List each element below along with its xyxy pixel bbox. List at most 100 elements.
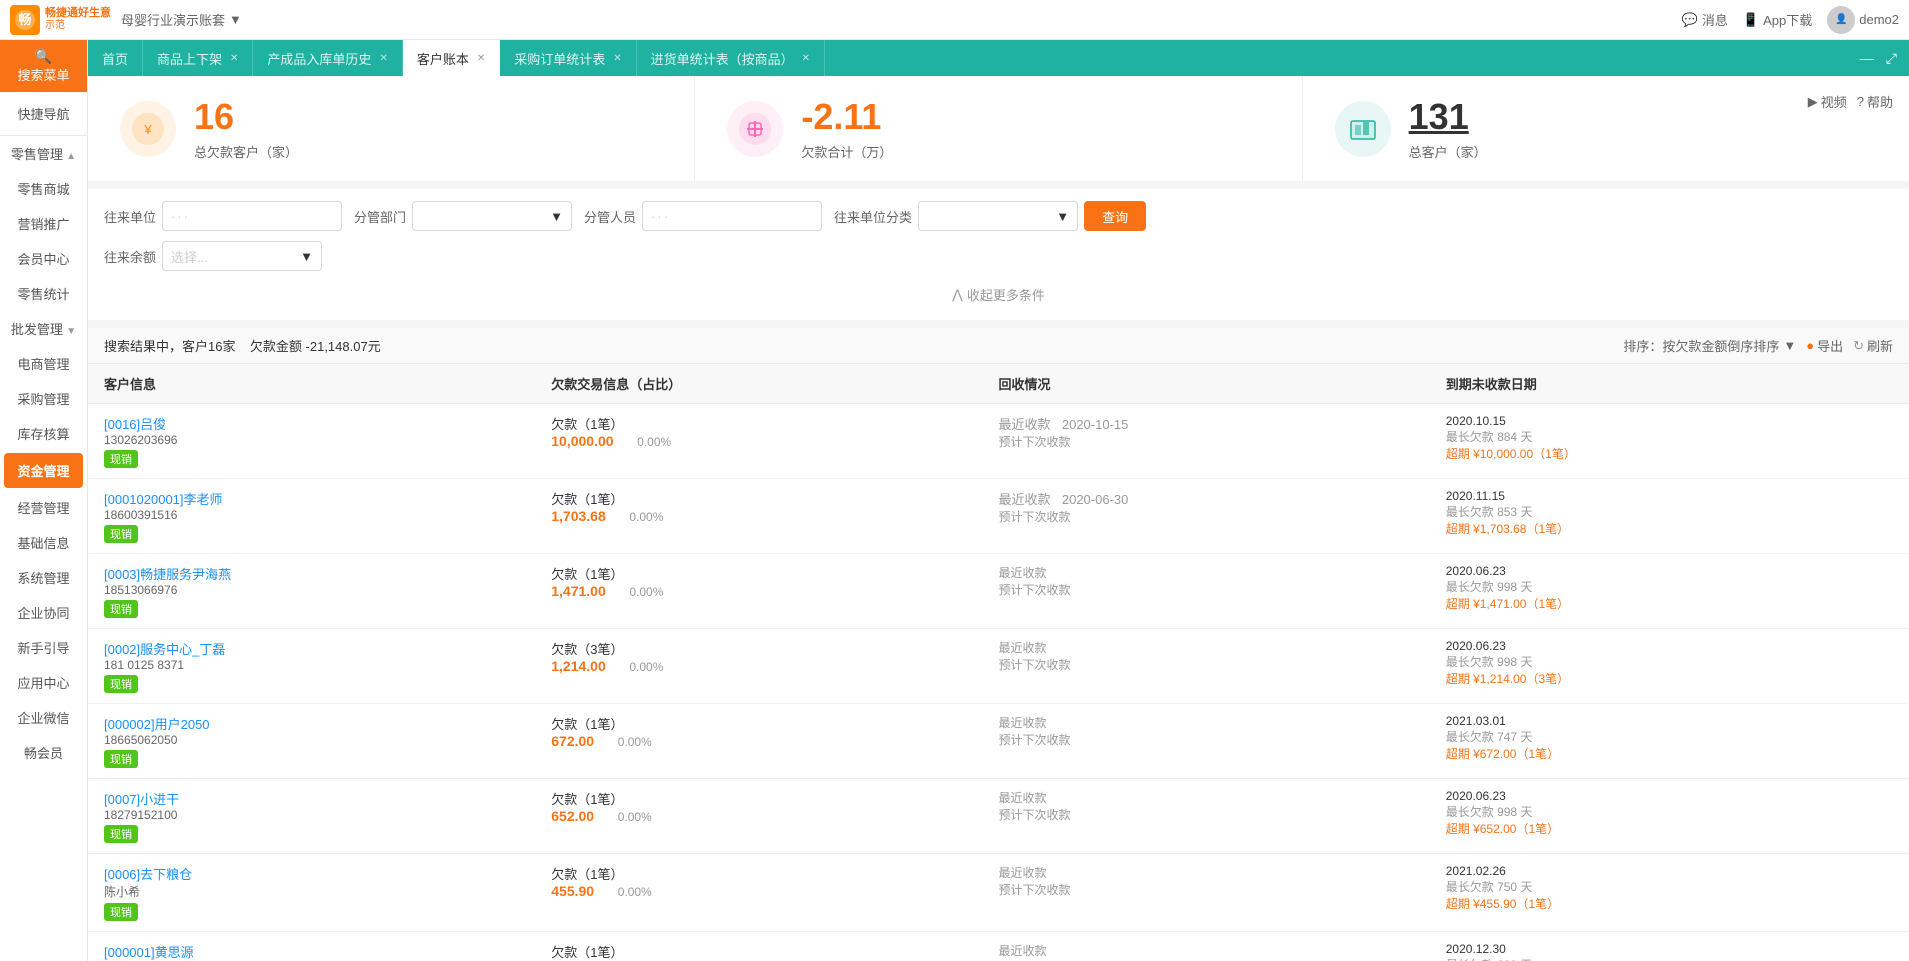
store-name[interactable]: 母婴行业演示账套 ▼ (121, 10, 242, 29)
tab-close-purchase-stats[interactable]: ✕ (802, 53, 810, 64)
filter-unit-class-arrow: ▼ (1056, 209, 1069, 224)
filter-source-unit: 往来单位 ··· (104, 201, 342, 231)
filter-unit-class-select[interactable]: ▼ (918, 201, 1078, 231)
customer-link-1[interactable]: [0016]吕俊 (104, 417, 166, 432)
filter-person: 分管人员 ··· (584, 201, 822, 231)
filter-dept-arrow: ▼ (550, 209, 563, 224)
svg-text:畅: 畅 (18, 12, 31, 27)
overdue-link-5[interactable]: 超期 ¥672.00（1笔） (1446, 745, 1893, 762)
stat-value-total: 131 (1409, 96, 1487, 138)
col-header-recall: 回收情况 (999, 374, 1446, 393)
sidebar-item-retail-mgmt[interactable]: 零售管理 ▲ (0, 136, 87, 171)
sidebar-item-finance[interactable]: 资金管理 (4, 453, 83, 488)
message-icon: 💬 (1682, 12, 1698, 28)
filter-section: 往来单位 ··· 分管部门 ▼ (88, 189, 1909, 320)
stat-card-total: 131 总客户（家） ▶ 视频 ? 帮助 (1303, 76, 1909, 181)
video-btn[interactable]: ▶ 视频 (1808, 92, 1847, 111)
sidebar-item-quick-nav[interactable]: 快捷导航 (0, 96, 87, 131)
filter-source-unit-input[interactable]: ··· (162, 201, 342, 231)
help-btn[interactable]: ? 帮助 (1857, 92, 1893, 111)
tab-bar-end: — ⤢ (1856, 50, 1909, 67)
table-row-5: [000002]用户2050 18665062050 现销 欠款（1笔） 672… (88, 704, 1909, 778)
stat-label-customers: 总欠款客户（家） (194, 142, 298, 161)
sidebar-item-system[interactable]: 系统管理 (0, 560, 87, 595)
sidebar-item-member[interactable]: 会员中心 (0, 241, 87, 276)
sidebar-item-basic-info[interactable]: 基础信息 (0, 525, 87, 560)
overdue-link-7[interactable]: 超期 ¥455.90（1笔） (1446, 895, 1893, 912)
table-header: 客户信息 欠款交易信息（占比） 回收情况 到期未收款日期 (88, 364, 1909, 404)
customer-link-4[interactable]: [0002]服务中心_丁磊 (104, 642, 225, 657)
sidebar-item-wechat[interactable]: 企业微信 (0, 700, 87, 735)
app-download-btn[interactable]: 📱 App下载 (1743, 10, 1812, 29)
wholesale-arrow: ▼ (66, 326, 76, 337)
stat-value-debt: -2.11 (801, 96, 892, 138)
sidebar-item-enterprise[interactable]: 企业协同 (0, 595, 87, 630)
filter-person-input[interactable]: ··· (642, 201, 822, 231)
customer-link-7[interactable]: [0006]去下粮仓 (104, 867, 192, 882)
tab-customer-account[interactable]: 客户账本 ✕ (403, 40, 500, 76)
sidebar-item-retail-mall[interactable]: 零售商城 (0, 171, 87, 206)
export-btn[interactable]: ● 导出 (1806, 336, 1843, 355)
cell-due-2: 2020.11.15 最长欠款 853 天 超期 ¥1,703.68（1笔） (1446, 489, 1893, 537)
filter-balance-select[interactable]: 选择... ▼ (162, 241, 322, 271)
tab-purchase-stats[interactable]: 进货单统计表（按商品） ✕ (637, 40, 825, 76)
customer-link-5[interactable]: [000002]用户2050 (104, 717, 210, 732)
cell-recall-4: 最近收款 预计下次收款 (999, 639, 1446, 673)
overdue-link-3[interactable]: 超期 ¥1,471.00（1笔） (1446, 595, 1893, 612)
tab-close-product-listing[interactable]: ✕ (230, 53, 238, 64)
table-row: [0001020001]李老师 18600391516 现销 欠款（1笔） 1,… (88, 479, 1909, 554)
tab-product-listing[interactable]: 商品上下架 ✕ (143, 40, 253, 76)
cell-debt-2: 欠款（1笔） 1,703.68 0.00% (551, 489, 998, 524)
refresh-btn[interactable]: ↻ 刷新 (1853, 336, 1893, 355)
sidebar-quick-nav[interactable]: 快捷导航 (0, 92, 87, 136)
overdue-link-4[interactable]: 超期 ¥1,214.00（3笔） (1446, 670, 1893, 687)
tab-maximize-icon[interactable]: ⤢ (1882, 50, 1901, 67)
sidebar-search[interactable]: 🔍 搜索菜单 (0, 40, 87, 92)
avatar: 👤 (1827, 6, 1855, 34)
data-table: 客户信息 欠款交易信息（占比） 回收情况 到期未收款日期 [0016]吕俊 13… (88, 364, 1909, 961)
filter-dept-select[interactable]: ▼ (412, 201, 572, 231)
sidebar-item-operations[interactable]: 经营管理 (0, 490, 87, 525)
sidebar-item-ecommerce[interactable]: 电商管理 (0, 346, 87, 381)
top-bar: 畅 畅捷通好生意 示范 母婴行业演示账套 ▼ 💬 消息 📱 App下载 👤 de… (0, 0, 1909, 40)
sort-arrow: ▼ (1783, 338, 1796, 353)
tab-minimize-icon[interactable]: — (1856, 50, 1878, 66)
cell-recall-2: 最近收款 2020-06-30 预计下次收款 (999, 489, 1446, 525)
tab-close-purchase[interactable]: ✕ (613, 53, 621, 64)
sort-select[interactable]: 排序：按欠款金额倒序排序 ▼ (1623, 336, 1796, 355)
collapse-btn[interactable]: ⋀ 收起更多条件 (948, 281, 1049, 308)
sidebar-item-apps[interactable]: 应用中心 (0, 665, 87, 700)
tab-production-history[interactable]: 产成品入库单历史 ✕ (253, 40, 402, 76)
sidebar-item-vip[interactable]: 畅会员 (0, 735, 87, 770)
content-area: ¥ 16 总欠款客户（家） (88, 76, 1909, 961)
sidebar-item-purchase[interactable]: 采购管理 (0, 381, 87, 416)
customer-link-6[interactable]: [0007]小进干 (104, 792, 179, 807)
customer-phone-2: 18600391516 (104, 508, 551, 522)
customer-link-8[interactable]: [000001]黄思源 (104, 945, 194, 960)
user-avatar-btn[interactable]: 👤 demo2 (1827, 6, 1899, 34)
tab-home[interactable]: 首页 (88, 40, 143, 76)
sidebar-item-wholesale[interactable]: 批发管理 ▼ (0, 311, 87, 346)
customer-link-2[interactable]: [0001020001]李老师 (104, 492, 223, 507)
sidebar-item-inventory[interactable]: 库存核算 (0, 416, 87, 451)
sidebar-item-newbie[interactable]: 新手引导 (0, 630, 87, 665)
stat-card-debt: -2.11 欠款合计（万） (695, 76, 1302, 181)
message-btn[interactable]: 💬 消息 (1682, 10, 1728, 29)
customer-link-3[interactable]: [0003]畅捷服务尹海燕 (104, 567, 231, 582)
cell-debt-6: 欠款（1笔） 652.00 0.00% (551, 789, 998, 824)
tab-close-customer[interactable]: ✕ (477, 53, 485, 64)
stat-value-customers: 16 (194, 96, 298, 138)
stat-icon-debt (725, 99, 785, 159)
overdue-link-6[interactable]: 超期 ¥652.00（1笔） (1446, 820, 1893, 837)
query-button[interactable]: 查询 (1084, 201, 1146, 231)
overdue-link-1[interactable]: 超期 ¥10,000.00（1笔） (1446, 445, 1893, 462)
sidebar-item-marketing[interactable]: 营销推广 (0, 206, 87, 241)
tab-purchase-order[interactable]: 采购订单统计表 ✕ (500, 40, 636, 76)
filter-dept-label: 分管部门 (354, 207, 406, 226)
logo: 畅 畅捷通好生意 示范 (10, 5, 111, 35)
cell-due-3: 2020.06.23 最长欠款 998 天 超期 ¥1,471.00（1笔） (1446, 564, 1893, 612)
cell-customer-5: [000002]用户2050 18665062050 现销 (104, 714, 551, 768)
sidebar-item-retail-stats[interactable]: 零售统计 (0, 276, 87, 311)
tab-close-production[interactable]: ✕ (379, 53, 387, 64)
overdue-link-2[interactable]: 超期 ¥1,703.68（1笔） (1446, 520, 1893, 537)
